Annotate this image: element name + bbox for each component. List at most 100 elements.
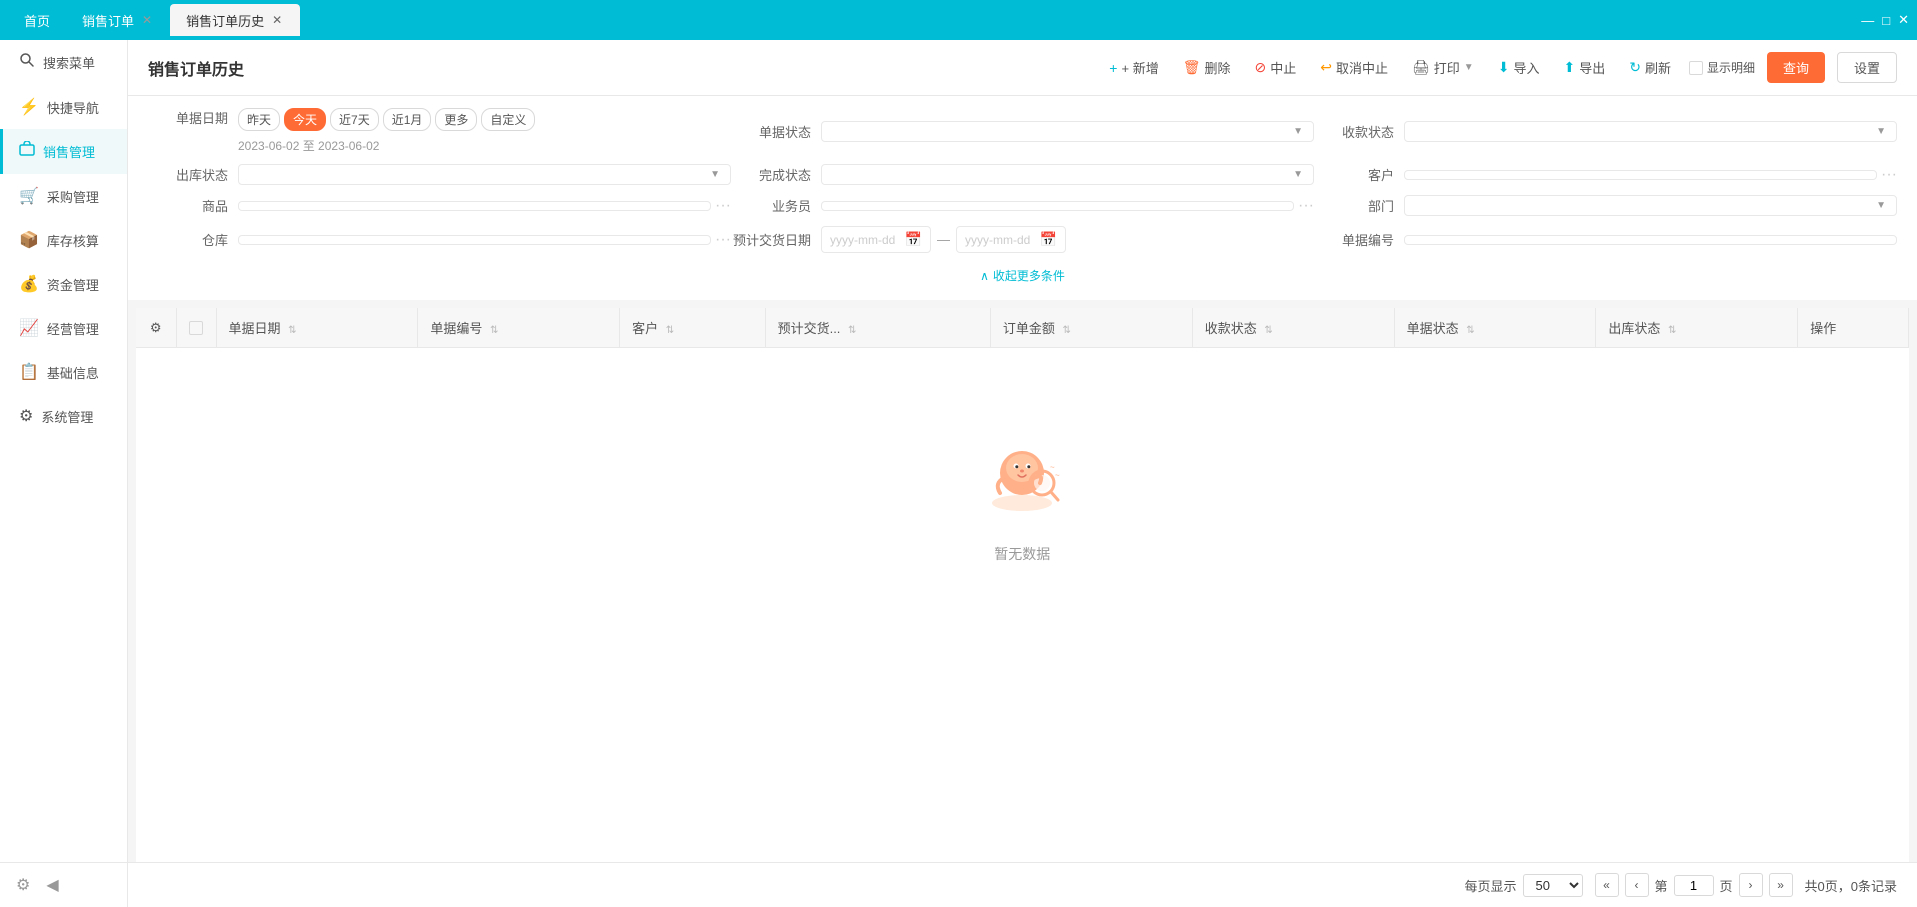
basic-info-icon: 📋: [19, 362, 39, 382]
date-custom[interactable]: 自定义: [481, 108, 535, 131]
warehouse-input[interactable]: [238, 235, 711, 245]
toolbar: + + 新增 🗑 删除 ⊘ 中止 ↩ 取消中止 🖨 打印: [1103, 52, 1897, 83]
cancel-stop-button[interactable]: ↩ 取消中止: [1314, 54, 1394, 81]
setting-button[interactable]: 设置: [1837, 52, 1897, 83]
sidebar-collapse-icon[interactable]: ◀: [46, 875, 58, 895]
th-order-status[interactable]: 单据状态 ⇅: [1394, 308, 1596, 348]
prev-page-button[interactable]: ‹: [1625, 873, 1649, 897]
sidebar-item-sales[interactable]: 销售管理: [0, 129, 127, 174]
product-input[interactable]: [238, 201, 711, 211]
out-status-select[interactable]: ▼: [238, 164, 731, 185]
display-toggle-checkbox[interactable]: [1689, 61, 1703, 75]
next-page-button[interactable]: ›: [1739, 873, 1763, 897]
customer-input[interactable]: [1404, 170, 1877, 180]
date-today[interactable]: 今天: [284, 108, 326, 131]
th-delivery-date[interactable]: 预计交货... ⇅: [765, 308, 990, 348]
th-out-status[interactable]: 出库状态 ⇅: [1596, 308, 1798, 348]
sidebar-item-operations[interactable]: 📈 经营管理: [0, 306, 127, 350]
th-amount[interactable]: 订单金额 ⇅: [990, 308, 1192, 348]
total-label: 共0页，0条记录: [1805, 876, 1897, 895]
delete-label: 删除: [1204, 58, 1230, 77]
stop-button[interactable]: ⊘ 中止: [1249, 54, 1303, 81]
date-more[interactable]: 更多: [435, 108, 477, 131]
th-setting[interactable]: ⚙: [136, 308, 176, 348]
product-dots[interactable]: ···: [715, 197, 731, 215]
department-label: 部门: [1314, 196, 1404, 215]
th-date[interactable]: 单据日期 ⇅: [216, 308, 418, 348]
delivery-end-value: yyyy-mm-dd: [965, 233, 1030, 247]
filter-row-1: 单据日期 昨天 今天 近7天 近1月 更多 自定义 2023-06-02 至 2…: [148, 108, 1897, 154]
page-input[interactable]: [1674, 875, 1714, 896]
delete-button[interactable]: 🗑 删除: [1177, 54, 1237, 81]
receipt-status-select[interactable]: ▼: [1404, 121, 1897, 142]
close-window-button[interactable]: ✕: [1898, 12, 1909, 28]
customer-dots[interactable]: ···: [1881, 166, 1897, 184]
sidebar-item-basic-info[interactable]: 📋 基础信息: [0, 350, 127, 394]
empty-cell: ~ ~ 暂无数据: [136, 348, 1909, 645]
maximize-button[interactable]: □: [1882, 13, 1890, 28]
sidebar-item-system-label: 系统管理: [41, 407, 93, 426]
warehouse-dots[interactable]: ···: [715, 231, 731, 249]
cancel-stop-icon: ↩: [1320, 59, 1332, 76]
sidebar: 搜索菜单 ⚡ 快捷导航 销售管理 🛒 采购管理 📦 库存核算 💰 资金管理 📈 …: [0, 40, 128, 907]
tab-sales-history[interactable]: 销售订单历史 ✕: [170, 4, 300, 36]
delivery-date-start[interactable]: yyyy-mm-dd 📅: [821, 226, 931, 253]
tab-sales-history-close[interactable]: ✕: [270, 13, 284, 27]
tab-sales-order-close[interactable]: ✕: [140, 13, 154, 27]
date-yesterday[interactable]: 昨天: [238, 108, 280, 131]
sidebar-item-quick-nav[interactable]: ⚡ 快捷导航: [0, 85, 127, 129]
sales-icon: [19, 141, 35, 162]
date-1month[interactable]: 近1月: [383, 108, 432, 131]
delivery-date-range: yyyy-mm-dd 📅 — yyyy-mm-dd 📅: [821, 226, 1066, 253]
minimize-button[interactable]: —: [1861, 13, 1874, 28]
sidebar-item-finance[interactable]: 💰 资金管理: [0, 262, 127, 306]
salesperson-label: 业务员: [731, 196, 821, 215]
last-page-button[interactable]: »: [1769, 873, 1793, 897]
import-button[interactable]: ⬇ 导入: [1492, 54, 1546, 81]
query-button[interactable]: 查询: [1767, 52, 1825, 83]
per-page-select[interactable]: 50 10 20 100: [1523, 874, 1583, 897]
complete-status-select[interactable]: ▼: [821, 164, 1314, 185]
collapse-link[interactable]: ∧ 收起更多条件: [148, 263, 1897, 288]
sort-amount-icon: ⇅: [1063, 325, 1071, 336]
first-page-button[interactable]: «: [1595, 873, 1619, 897]
print-button[interactable]: 🖨 打印 ▼: [1406, 54, 1480, 81]
refresh-button[interactable]: ↻ 刷新: [1623, 54, 1677, 81]
th-delivery-date-label: 预计交货...: [778, 321, 841, 336]
product-label: 商品: [148, 196, 238, 215]
export-button[interactable]: ⬆ 导出: [1557, 54, 1611, 81]
tab-home-label: 首页: [24, 11, 50, 30]
salesperson-input[interactable]: [821, 201, 1294, 211]
sidebar-item-inventory[interactable]: 📦 库存核算: [0, 218, 127, 262]
sidebar-item-search[interactable]: 搜索菜单: [0, 40, 127, 85]
filter-row-3: 商品 ··· 业务员 ··· 部门 ▼: [148, 195, 1897, 216]
tab-sales-order[interactable]: 销售订单 ✕: [66, 4, 170, 36]
status-select[interactable]: ▼: [821, 121, 1314, 142]
tab-home[interactable]: 首页: [8, 4, 66, 36]
refresh-label: 刷新: [1645, 58, 1671, 77]
department-select[interactable]: ▼: [1404, 195, 1897, 216]
sidebar-item-purchase[interactable]: 🛒 采购管理: [0, 174, 127, 218]
page-label: 第: [1655, 876, 1668, 895]
th-checkbox[interactable]: [176, 308, 216, 348]
sidebar-settings-icon[interactable]: ⚙: [16, 875, 30, 895]
page-suffix: 页: [1720, 876, 1733, 895]
th-customer[interactable]: 客户 ⇅: [620, 308, 765, 348]
quick-nav-icon: ⚡: [19, 97, 39, 117]
setting-icon[interactable]: ⚙: [150, 320, 162, 335]
page-header: 销售订单历史 + + 新增 🗑 删除 ⊘ 中止 ↩ 取消中止: [128, 40, 1917, 96]
search-icon: [19, 52, 35, 73]
th-out-status-label: 出库状态: [1608, 321, 1660, 336]
date-7days[interactable]: 近7天: [330, 108, 379, 131]
out-status-arrow: ▼: [710, 169, 720, 180]
salesperson-dots[interactable]: ···: [1298, 197, 1314, 215]
order-no-input[interactable]: [1404, 235, 1897, 245]
new-button[interactable]: + + 新增: [1103, 54, 1164, 81]
th-order-no[interactable]: 单据编号 ⇅: [418, 308, 620, 348]
th-receipt-status[interactable]: 收款状态 ⇅: [1192, 308, 1394, 348]
sidebar-bottom: ⚙ ◀: [0, 862, 127, 907]
delivery-date-end[interactable]: yyyy-mm-dd 📅: [956, 226, 1066, 253]
th-order-status-label: 单据状态: [1407, 321, 1459, 336]
sidebar-item-system[interactable]: ⚙ 系统管理: [0, 394, 127, 438]
display-toggle[interactable]: 显示明细: [1689, 59, 1755, 76]
